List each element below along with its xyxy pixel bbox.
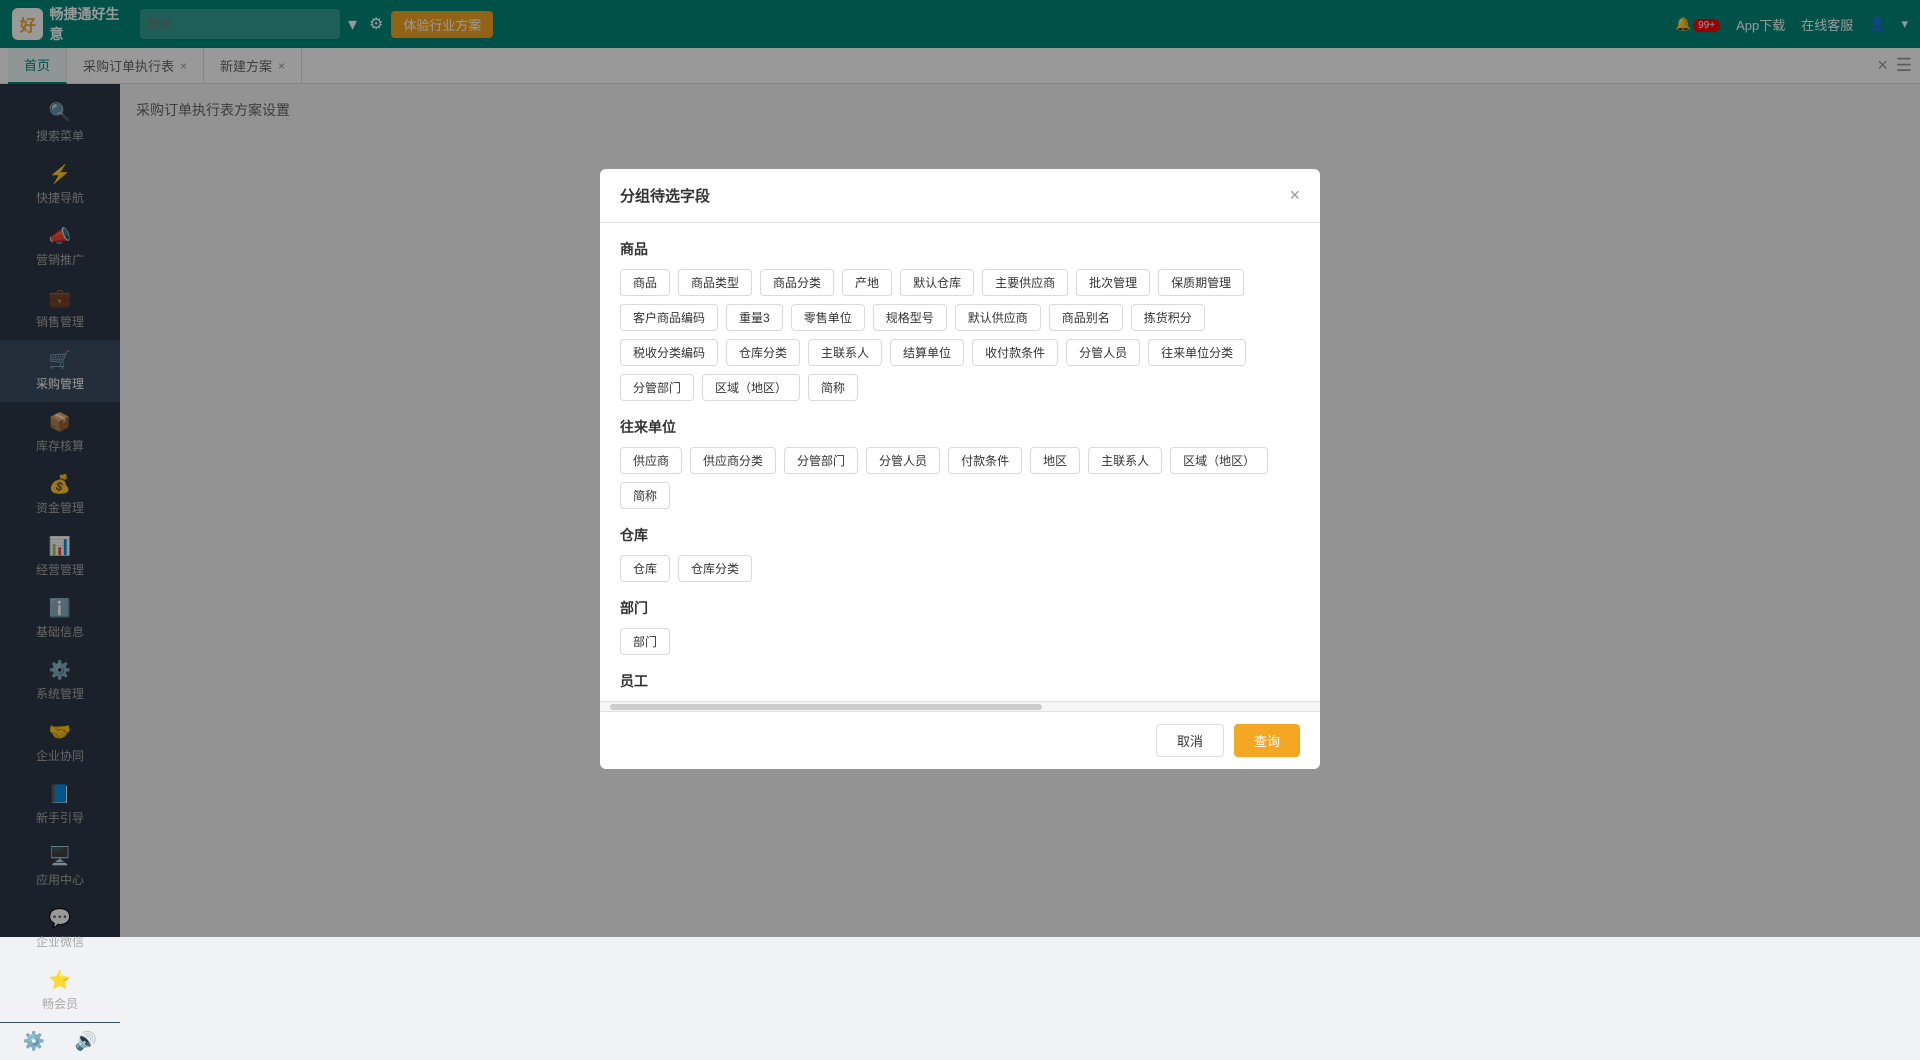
modal-hscroll[interactable] (600, 701, 1320, 711)
field-tags-0: 商品商品类型商品分类产地默认仓库主要供应商批次管理保质期管理客户商品编码重量3 零… (620, 269, 1300, 401)
field-tag-0-3[interactable]: 产地 (842, 269, 892, 296)
sidebar-item-member-label: 畅会员 (42, 995, 78, 1012)
field-tags-2: 仓库仓库分类 (620, 555, 1300, 582)
field-tag-0-17[interactable]: 主联系人 (808, 339, 882, 366)
field-tag-1-4[interactable]: 付款条件 (948, 447, 1022, 474)
field-section-title-0: 商品 (620, 239, 1300, 259)
field-tag-0-19[interactable]: 收付款条件 (972, 339, 1058, 366)
field-tag-0-23[interactable]: 区域（地区） (702, 374, 800, 401)
confirm-button[interactable]: 查询 (1234, 724, 1300, 757)
field-tag-1-0[interactable]: 供应商 (620, 447, 682, 474)
field-tag-0-13[interactable]: 商品别名 (1049, 304, 1123, 331)
field-tag-0-5[interactable]: 主要供应商 (982, 269, 1068, 296)
field-tag-0-9[interactable]: 重量3 (726, 304, 783, 331)
field-tag-1-3[interactable]: 分管人员 (866, 447, 940, 474)
field-tags-3: 部门 (620, 628, 1300, 655)
modal-body: 商品商品商品类型商品分类产地默认仓库主要供应商批次管理保质期管理客户商品编码重量… (600, 223, 1320, 701)
sidebar-item-member[interactable]: ⭐ 畅会员 (0, 960, 120, 1022)
field-tag-0-15[interactable]: 税收分类编码 (620, 339, 718, 366)
field-tag-0-0[interactable]: 商品 (620, 269, 670, 296)
field-tag-0-21[interactable]: 往来单位分类 (1148, 339, 1246, 366)
modal-close-btn[interactable]: × (1289, 185, 1300, 206)
field-section-1: 往来单位供应商供应商分类分管部门分管人员付款条件地区主联系人区域（地区） 简称 (620, 417, 1300, 509)
field-tag-1-7[interactable]: 区域（地区） (1170, 447, 1268, 474)
field-tag-0-10[interactable]: 零售单位 (791, 304, 865, 331)
field-tag-2-0[interactable]: 仓库 (620, 555, 670, 582)
cancel-button[interactable]: 取消 (1156, 724, 1224, 757)
field-section-2: 仓库仓库仓库分类 (620, 525, 1300, 582)
field-section-3: 部门部门 (620, 598, 1300, 655)
field-tag-0-14[interactable]: 拣货积分 (1131, 304, 1205, 331)
field-tags-1: 供应商供应商分类分管部门分管人员付款条件地区主联系人区域（地区） 简称 (620, 447, 1300, 509)
field-tag-0-11[interactable]: 规格型号 (873, 304, 947, 331)
field-tag-1-2[interactable]: 分管部门 (784, 447, 858, 474)
field-tag-0-24[interactable]: 简称 (808, 374, 858, 401)
field-tag-1-1[interactable]: 供应商分类 (690, 447, 776, 474)
field-section-title-2: 仓库 (620, 525, 1300, 545)
field-section-title-1: 往来单位 (620, 417, 1300, 437)
field-tag-1-8[interactable]: 简称 (620, 482, 670, 509)
field-section-title-3: 部门 (620, 598, 1300, 618)
modal-group-fields: 分组待选字段 × 商品商品商品类型商品分类产地默认仓库主要供应商批次管理保质期管… (600, 169, 1320, 769)
field-tag-0-4[interactable]: 默认仓库 (900, 269, 974, 296)
sidebar-settings-btn[interactable]: ⚙️ (23, 1031, 45, 1052)
modal-header: 分组待选字段 × (600, 169, 1320, 223)
field-tag-0-1[interactable]: 商品类型 (678, 269, 752, 296)
field-tag-1-5[interactable]: 地区 (1030, 447, 1080, 474)
member-icon: ⭐ (49, 970, 71, 991)
modal-title: 分组待选字段 (620, 185, 710, 206)
field-tag-2-1[interactable]: 仓库分类 (678, 555, 752, 582)
field-tag-0-6[interactable]: 批次管理 (1076, 269, 1150, 296)
sidebar-volume-btn[interactable]: 🔊 (75, 1031, 97, 1052)
field-section-0: 商品商品商品类型商品分类产地默认仓库主要供应商批次管理保质期管理客户商品编码重量… (620, 239, 1300, 401)
field-tag-0-20[interactable]: 分管人员 (1066, 339, 1140, 366)
field-tag-0-18[interactable]: 结算单位 (890, 339, 964, 366)
field-tag-1-6[interactable]: 主联系人 (1088, 447, 1162, 474)
field-tag-0-7[interactable]: 保质期管理 (1158, 269, 1244, 296)
field-tag-0-8[interactable]: 客户商品编码 (620, 304, 718, 331)
field-tag-0-2[interactable]: 商品分类 (760, 269, 834, 296)
sidebar-bottom: ⚙️ 🔊 (0, 1022, 120, 1060)
field-tag-0-12[interactable]: 默认供应商 (955, 304, 1041, 331)
field-tag-3-0[interactable]: 部门 (620, 628, 670, 655)
modal-overlay: 分组待选字段 × 商品商品商品类型商品分类产地默认仓库主要供应商批次管理保质期管… (0, 0, 1920, 937)
field-section-title-4: 员工 (620, 671, 1300, 691)
field-tag-0-16[interactable]: 仓库分类 (726, 339, 800, 366)
modal-footer: 取消 查询 (600, 711, 1320, 769)
field-section-4: 员工业务员 (620, 671, 1300, 701)
field-tag-0-22[interactable]: 分管部门 (620, 374, 694, 401)
modal-hscroll-thumb (610, 704, 1042, 710)
